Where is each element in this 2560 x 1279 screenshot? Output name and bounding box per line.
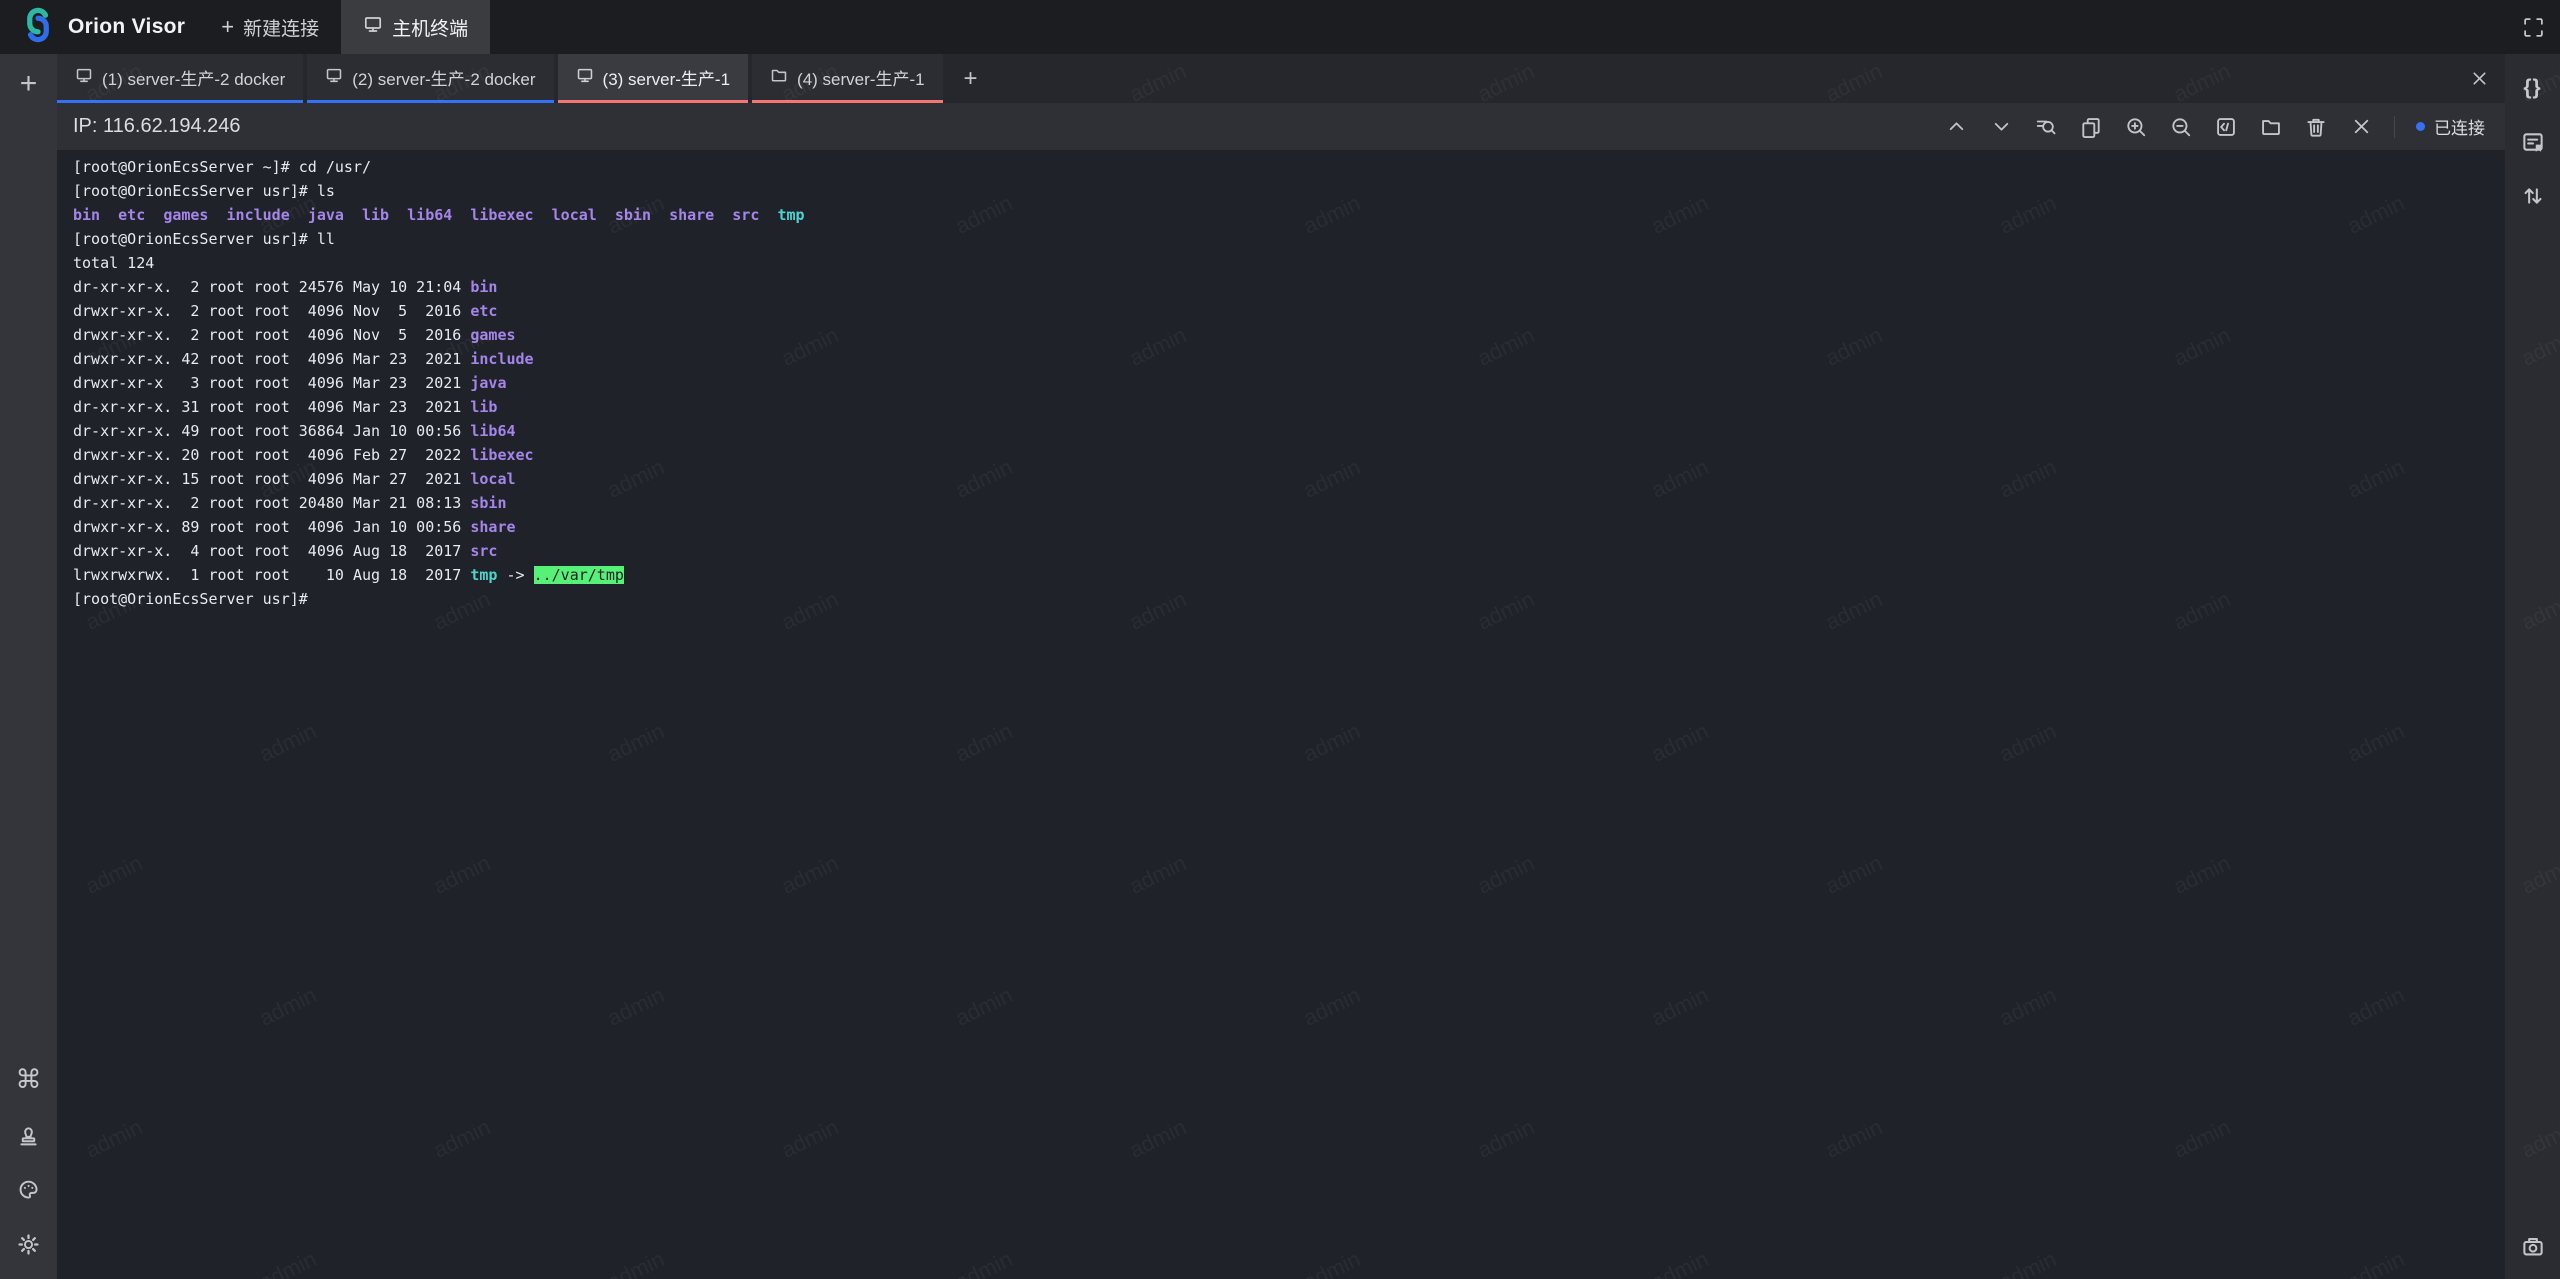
terminal-line: [root@OrionEcsServer usr]# ls [73, 179, 2505, 203]
menu-host-terminal[interactable]: 主机终端 [341, 0, 490, 54]
braces-icon[interactable]: {} [2513, 68, 2553, 108]
notes-bookmark-icon[interactable] [2513, 122, 2553, 162]
new-connection-plus-icon[interactable]: + [9, 64, 49, 104]
orion-visor-app: Orion Visor + 新建连接 主机终端 [0, 0, 2560, 1279]
terminal-line: drwxr-xr-x. 42 root root 4096 Mar 23 202… [73, 347, 2505, 371]
terminal-line: [root@OrionEcsServer usr]# [73, 587, 2505, 611]
tab-server-3[interactable]: (3) server-生产-1 [558, 54, 749, 103]
scroll-up-icon[interactable] [1944, 115, 1968, 139]
app-logo: Orion Visor [0, 7, 185, 48]
command-icon[interactable]: ⌘ [9, 1059, 49, 1099]
tab-server-2[interactable]: (2) server-生产-2 docker [307, 54, 553, 103]
monitor-icon [576, 66, 594, 89]
left-sidebar: + ⌘ [0, 54, 57, 1279]
terminal-line: bin etc games include java lib lib64 lib… [73, 203, 2505, 227]
add-tab-button[interactable]: + [947, 54, 995, 103]
folder-icon[interactable] [2259, 115, 2283, 139]
close-icon[interactable] [2453, 54, 2505, 103]
status-label: 已连接 [2434, 114, 2485, 139]
tab-label: (2) server-生产-2 docker [352, 65, 535, 90]
terminal-line: [root@OrionEcsServer usr]# ll [73, 227, 2505, 251]
terminal-line: lrwxrwxrwx. 1 root root 10 Aug 18 2017 t… [73, 563, 2505, 587]
top-bar: Orion Visor + 新建连接 主机终端 [0, 0, 2560, 54]
terminal-line: dr-xr-xr-x. 31 root root 4096 Mar 23 202… [73, 395, 2505, 419]
monitor-icon [75, 66, 93, 89]
trash-icon[interactable] [2304, 115, 2328, 139]
camera-icon[interactable] [2513, 1227, 2553, 1267]
terminal-line: drwxr-xr-x. 2 root root 4096 Nov 5 2016 … [73, 323, 2505, 347]
zoom-in-icon[interactable] [2124, 115, 2148, 139]
monitor-icon [363, 14, 383, 40]
scroll-down-icon[interactable] [1989, 115, 2013, 139]
copy-icon[interactable] [2079, 115, 2103, 139]
monitor-icon [325, 66, 343, 89]
terminal-line: dr-xr-xr-x. 2 root root 24576 May 10 21:… [73, 275, 2505, 299]
palette-icon[interactable] [9, 1169, 49, 1209]
terminal-line: drwxr-xr-x. 20 root root 4096 Feb 27 202… [73, 443, 2505, 467]
menu-host-terminal-label: 主机终端 [392, 14, 468, 41]
terminal-tab-bar: (1) server-生产-2 docker (2) server-生产-2 d… [57, 54, 2505, 103]
terminal-panel: (1) server-生产-2 docker (2) server-生产-2 d… [57, 54, 2505, 1279]
status-dot-icon [2416, 122, 2425, 131]
terminal-line: [root@OrionEcsServer ~]# cd /usr/ [73, 155, 2505, 179]
app-title: Orion Visor [68, 15, 185, 39]
fullscreen-icon[interactable] [2506, 0, 2560, 54]
toolbar-divider [2394, 116, 2395, 138]
terminal-line: dr-xr-xr-x. 49 root root 36864 Jan 10 00… [73, 419, 2505, 443]
terminal-line: drwxr-xr-x. 2 root root 4096 Nov 5 2016 … [73, 299, 2505, 323]
stamp-icon[interactable] [9, 1114, 49, 1154]
terminal-line: dr-xr-xr-x. 2 root root 20480 Mar 21 08:… [73, 491, 2505, 515]
menu-new-connection-label: 新建连接 [243, 14, 319, 41]
tab-server-4[interactable]: (4) server-生产-1 [752, 54, 943, 103]
tab-label: (3) server-生产-1 [603, 65, 731, 90]
code-icon[interactable] [2214, 115, 2238, 139]
orion-visor-logo-icon [20, 7, 56, 48]
tab-label: (4) server-生产-1 [797, 65, 925, 90]
right-sidebar: {} [2505, 54, 2560, 1279]
tab-bar-spacer [995, 54, 2453, 103]
terminal-line: drwxr-xr-x. 4 root root 4096 Aug 18 2017… [73, 539, 2505, 563]
plus-icon: + [221, 16, 234, 38]
session-toolbar: IP: 116.62.194.246 [57, 103, 2505, 150]
connection-status: 已连接 [2416, 114, 2489, 139]
sort-arrows-icon[interactable] [2513, 176, 2553, 216]
close-session-icon[interactable] [2349, 115, 2373, 139]
search-icon[interactable] [2034, 115, 2058, 139]
zoom-out-icon[interactable] [2169, 115, 2193, 139]
tab-label: (1) server-生产-2 docker [102, 65, 285, 90]
toolbar-actions: 已连接 [1944, 114, 2489, 139]
main-row: + ⌘ [0, 54, 2560, 1279]
ip-address-label: IP: 116.62.194.246 [73, 115, 241, 138]
terminal-line: drwxr-xr-x. 15 root root 4096 Mar 27 202… [73, 467, 2505, 491]
menu-new-connection[interactable]: + 新建连接 [199, 0, 341, 54]
terminal-line: drwxr-xr-x 3 root root 4096 Mar 23 2021 … [73, 371, 2505, 395]
terminal-line: total 124 [73, 251, 2505, 275]
terminal-output[interactable]: [root@OrionEcsServer ~]# cd /usr/[root@O… [57, 150, 2505, 1279]
terminal-line: drwxr-xr-x. 89 root root 4096 Jan 10 00:… [73, 515, 2505, 539]
folder-icon [770, 66, 788, 89]
tab-server-1[interactable]: (1) server-生产-2 docker [57, 54, 303, 103]
gear-icon[interactable] [9, 1224, 49, 1264]
